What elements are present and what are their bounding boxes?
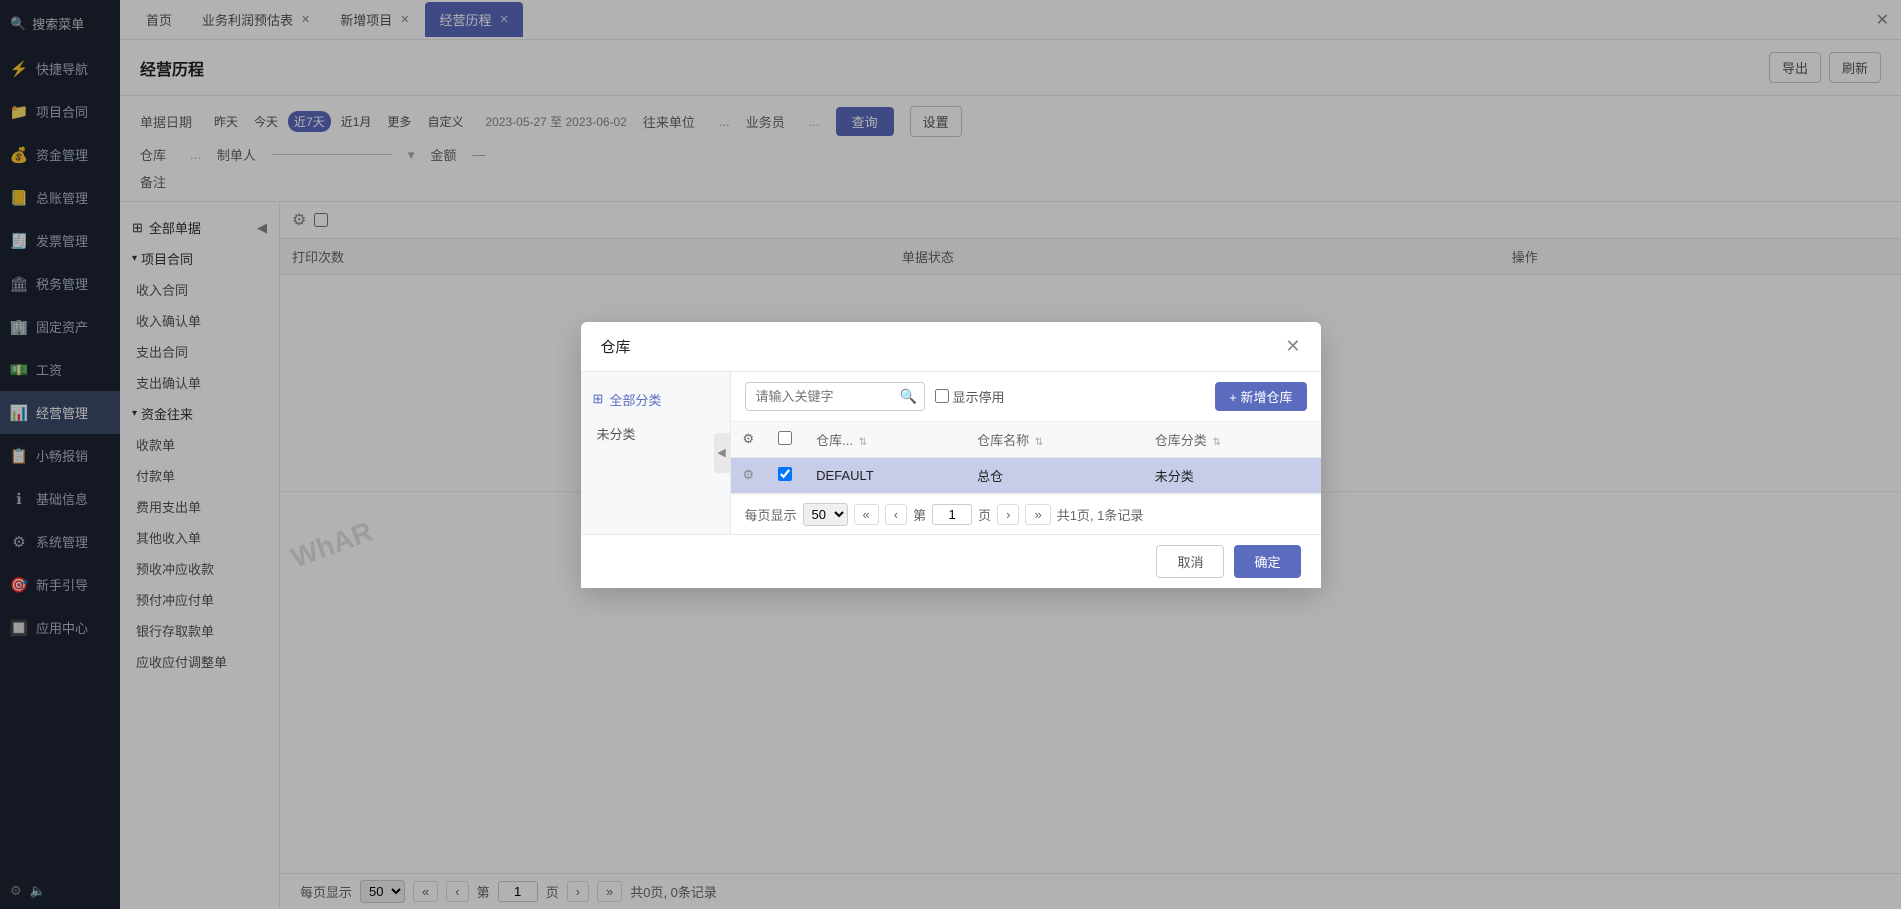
modal-per-page-label: 每页显示 bbox=[745, 505, 797, 524]
row-code-cell: DEFAULT bbox=[804, 457, 965, 493]
modal-left-header[interactable]: ⊞ 全部分类 bbox=[581, 382, 730, 417]
modal-select-all-checkbox[interactable] bbox=[778, 431, 792, 445]
warehouse-modal: 仓库 ✕ ⊞ 全部分类 未分类 ◀ 🔍 bbox=[581, 322, 1321, 588]
modal-left-panel: ⊞ 全部分类 未分类 ◀ bbox=[581, 372, 731, 534]
modal-right-panel: 🔍 显示停用 + 新增仓库 ⚙ bbox=[731, 372, 1321, 534]
cancel-button[interactable]: 取消 bbox=[1156, 545, 1224, 578]
row-gear-cell: ⚙ bbox=[731, 457, 767, 493]
show-disabled-checkbox[interactable] bbox=[935, 389, 949, 403]
confirm-button[interactable]: 确定 bbox=[1234, 545, 1300, 578]
modal-total-text: 共1页, 1条记录 bbox=[1057, 505, 1144, 524]
modal-page-label-pre: 第 bbox=[913, 505, 926, 524]
show-disabled-option: 显示停用 bbox=[935, 387, 1005, 406]
search-icon: 🔍 bbox=[900, 388, 917, 405]
modal-toolbar: 🔍 显示停用 + 新增仓库 bbox=[731, 372, 1321, 422]
modal-pager: 每页显示 50 « ‹ 第 页 › » 共1页, 1条记录 bbox=[731, 494, 1321, 534]
add-warehouse-button[interactable]: + 新增仓库 bbox=[1215, 382, 1306, 411]
modal-header: 仓库 ✕ bbox=[581, 322, 1321, 372]
modal-close-icon[interactable]: ✕ bbox=[1285, 336, 1300, 357]
sort-icon-code[interactable]: ⇅ bbox=[859, 437, 867, 448]
grid-small-icon: ⊞ bbox=[593, 391, 604, 407]
modal-prev-page-button[interactable]: ‹ bbox=[885, 504, 907, 525]
modal-table-row[interactable]: ⚙ DEFAULT 总仓 未分类 bbox=[731, 457, 1321, 493]
modal-page-number-input[interactable] bbox=[932, 504, 972, 525]
modal-body: ⊞ 全部分类 未分类 ◀ 🔍 显示停用 bbox=[581, 372, 1321, 534]
modal-last-page-button[interactable]: » bbox=[1025, 504, 1050, 525]
modal-page-label: 页 bbox=[978, 505, 991, 524]
row-gear-icon[interactable]: ⚙ bbox=[743, 467, 755, 482]
show-disabled-label: 显示停用 bbox=[953, 387, 1005, 406]
row-category-cell: 未分类 bbox=[1143, 457, 1321, 493]
th-warehouse-category: 仓库分类 ⇅ bbox=[1143, 422, 1321, 458]
sort-icon-cat[interactable]: ⇅ bbox=[1212, 437, 1220, 448]
modal-left-collapse-icon[interactable]: ◀ bbox=[714, 433, 730, 473]
row-checkbox-cell bbox=[766, 457, 804, 493]
row-checkbox-0[interactable] bbox=[778, 467, 792, 481]
search-input[interactable] bbox=[756, 389, 896, 404]
modal-title: 仓库 bbox=[601, 336, 631, 357]
modal-overlay: 仓库 ✕ ⊞ 全部分类 未分类 ◀ 🔍 bbox=[0, 0, 1901, 909]
search-box: 🔍 bbox=[745, 382, 925, 411]
th-gear: ⚙ bbox=[731, 422, 767, 458]
modal-table-area: ⚙ 仓库... ⇅ 仓库名称 bbox=[731, 422, 1321, 494]
modal-next-page-button[interactable]: › bbox=[997, 504, 1019, 525]
modal-left-all-label: 全部分类 bbox=[609, 390, 661, 409]
modal-per-page-select[interactable]: 50 bbox=[803, 503, 848, 526]
modal-footer-actions: 取消 确定 bbox=[581, 534, 1321, 588]
row-name-cell: 总仓 bbox=[965, 457, 1143, 493]
modal-left-unclassified[interactable]: 未分类 bbox=[581, 417, 730, 450]
modal-warehouse-table: ⚙ 仓库... ⇅ 仓库名称 bbox=[731, 422, 1321, 494]
modal-first-page-button[interactable]: « bbox=[854, 504, 879, 525]
gear-icon[interactable]: ⚙ bbox=[743, 431, 755, 446]
th-warehouse-code: 仓库... ⇅ bbox=[804, 422, 965, 458]
th-warehouse-name: 仓库名称 ⇅ bbox=[965, 422, 1143, 458]
sort-icon-name[interactable]: ⇅ bbox=[1035, 437, 1043, 448]
th-checkbox bbox=[766, 422, 804, 458]
